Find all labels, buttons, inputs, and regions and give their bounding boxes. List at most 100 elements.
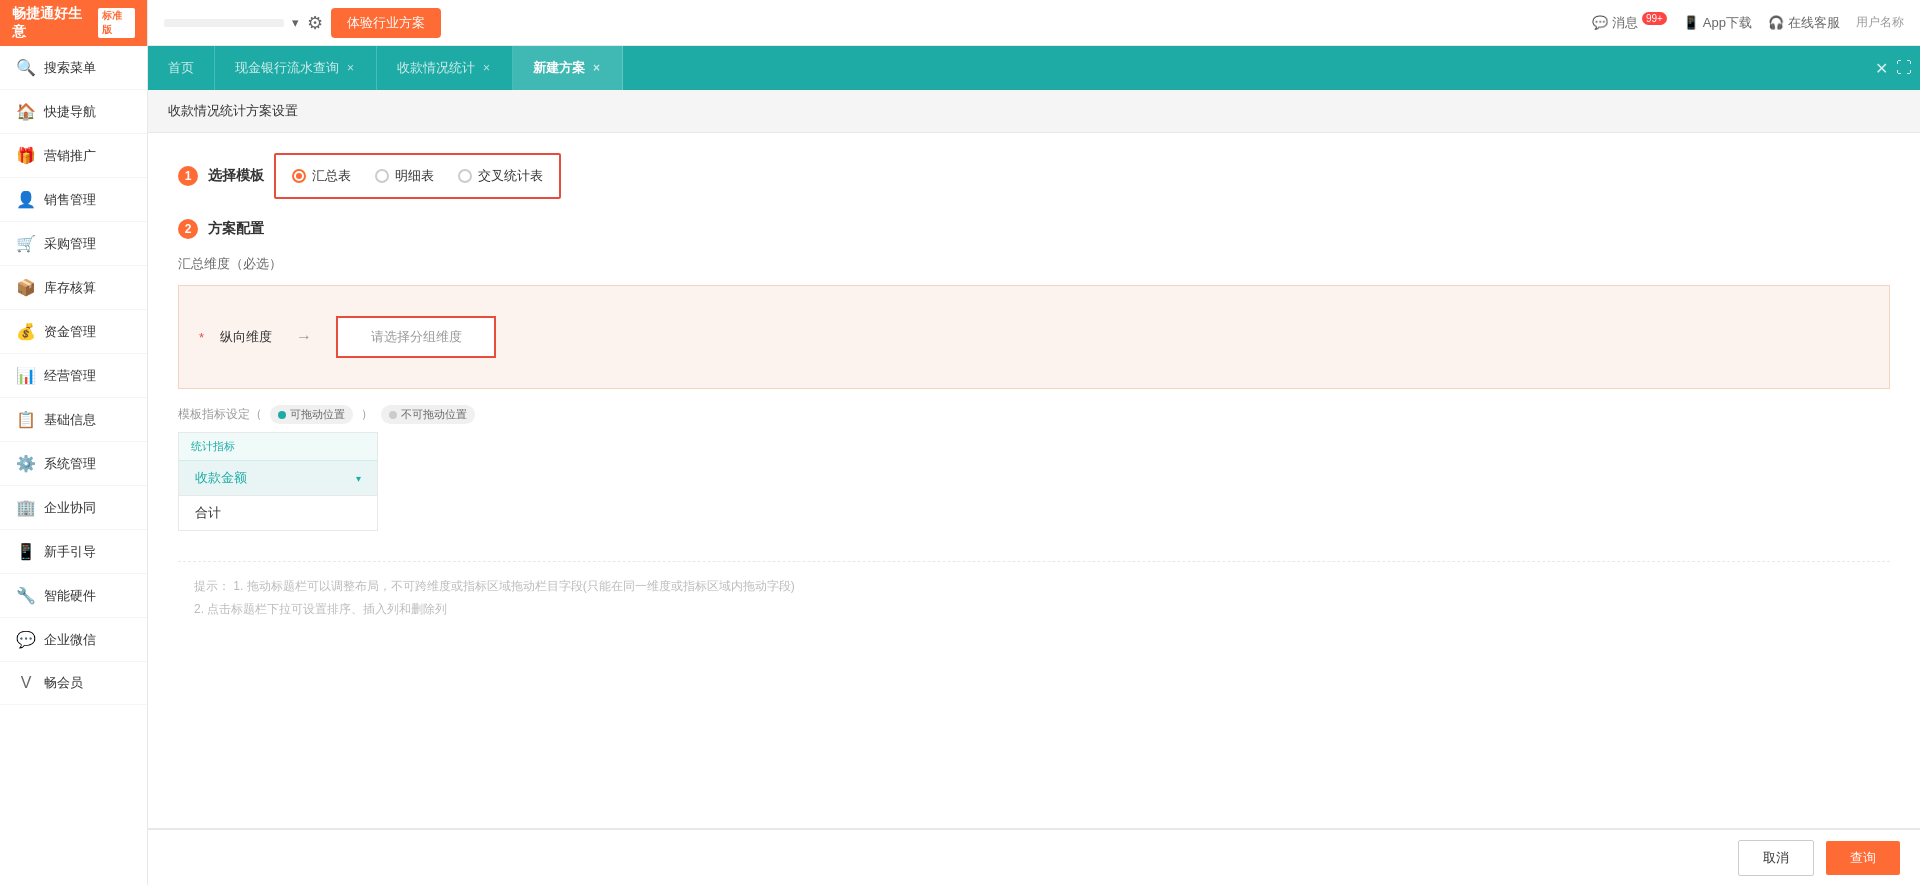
sidebar-item-system[interactable]: ⚙️ 系统管理 [0, 442, 147, 486]
radio-summary[interactable]: 汇总表 [292, 167, 351, 185]
trial-button[interactable]: 体验行业方案 [331, 8, 441, 38]
sidebar-item-label: 销售管理 [44, 191, 96, 209]
sidebar-item-sales[interactable]: 👤 销售管理 [0, 178, 147, 222]
arrow-icon: → [296, 328, 312, 346]
hardware-icon: 🔧 [16, 586, 36, 605]
cancel-button[interactable]: 取消 [1738, 840, 1814, 876]
sidebar-item-inventory[interactable]: 📦 库存核算 [0, 266, 147, 310]
stats-indicator-label: 统计指标 [191, 440, 235, 452]
service-icon: 🎧 [1768, 15, 1784, 30]
metrics-amount-label: 收款金额 [195, 469, 247, 487]
tab-home-label: 首页 [168, 59, 194, 77]
required-star: * [199, 330, 204, 345]
tab-bar: 首页 现金银行流水查询 × 收款情况统计 × 新建方案 × ✕ ⛶ [148, 46, 1920, 90]
sidebar-item-weixin[interactable]: 💬 企业微信 [0, 618, 147, 662]
top-bar: ▾ ⚙ 体验行业方案 💬 消息 99+ 📱 App下载 🎧 在线客服 用户名称 [148, 0, 1920, 46]
query-button[interactable]: 查询 [1826, 841, 1900, 875]
sidebar-item-enterprise[interactable]: 🏢 企业协同 [0, 486, 147, 530]
sidebar-item-label: 企业协同 [44, 499, 96, 517]
tab-new-plan-close-icon[interactable]: × [591, 61, 602, 75]
sidebar-item-label: 营销推广 [44, 147, 96, 165]
sidebar-item-smart-hw[interactable]: 🔧 智能硬件 [0, 574, 147, 618]
radio-cross-label: 交叉统计表 [478, 167, 543, 185]
top-bar-right: 💬 消息 99+ 📱 App下载 🎧 在线客服 用户名称 [1592, 14, 1904, 32]
building-icon: 🏢 [16, 498, 36, 517]
sidebar-item-label: 库存核算 [44, 279, 96, 297]
message-button[interactable]: 💬 消息 99+ [1592, 14, 1667, 32]
gift-icon: 🎁 [16, 146, 36, 165]
sidebar-item-label: 畅会员 [44, 674, 83, 692]
content-area: 收款情况统计方案设置 1 选择模板 汇总表 明细表 [148, 90, 1920, 829]
tab-maximize-icon[interactable]: ⛶ [1896, 59, 1912, 77]
sidebar-item-label: 快捷导航 [44, 103, 96, 121]
dropdown-arrow-icon[interactable]: ▾ [292, 15, 299, 30]
metrics-total-row: 合计 [179, 496, 377, 530]
sidebar-item-label: 采购管理 [44, 235, 96, 253]
metrics-section-header: 统计指标 [179, 433, 377, 461]
step1-section: 1 选择模板 汇总表 明细表 交叉统计表 [178, 153, 1890, 199]
search-icon: 🔍 [16, 58, 36, 77]
tab-new-plan[interactable]: 新建方案 × [513, 46, 623, 90]
top-bar-left: ▾ ⚙ 体验行业方案 [164, 8, 1576, 38]
step2-number: 2 [178, 219, 198, 239]
form-container: 1 选择模板 汇总表 明细表 交叉统计表 [148, 133, 1920, 828]
tab-new-plan-label: 新建方案 [533, 59, 585, 77]
tip2: 2. 点击标题栏下拉可设置排序、插入列和删除列 [178, 601, 1890, 618]
main-area: ▾ ⚙ 体验行业方案 💬 消息 99+ 📱 App下载 🎧 在线客服 用户名称 … [148, 0, 1920, 885]
tip1: 提示： 1. 拖动标题栏可以调整布局，不可跨维度或指标区域拖动栏目字段(只能在同… [178, 578, 1890, 595]
tab-cashflow[interactable]: 现金银行流水查询 × [215, 46, 377, 90]
no-drag-dot [389, 411, 397, 419]
radio-detail-label: 明细表 [395, 167, 434, 185]
tips-section: 提示： 1. 拖动标题栏可以调整布局，不可跨维度或指标区域拖动栏目字段(只能在同… [178, 561, 1890, 618]
tab-receipts[interactable]: 收款情况统计 × [377, 46, 513, 90]
online-service-button[interactable]: 🎧 在线客服 [1768, 14, 1840, 32]
sidebar-item-finance[interactable]: 💰 资金管理 [0, 310, 147, 354]
tab-receipts-close-icon[interactable]: × [481, 61, 492, 75]
sidebar-item-search[interactable]: 🔍 搜索菜单 [0, 46, 147, 90]
template-options: 汇总表 明细表 交叉统计表 [274, 153, 561, 199]
app-download-label: App下载 [1703, 14, 1752, 32]
metrics-total-label: 合计 [195, 505, 221, 520]
member-icon: V [16, 674, 36, 692]
dimension-selector[interactable]: 请选择分组维度 [336, 316, 496, 358]
chat-icon: 💬 [16, 630, 36, 649]
app-download-button[interactable]: 📱 App下载 [1683, 14, 1752, 32]
message-badge: 99+ [1642, 12, 1667, 25]
page-title: 收款情况统计方案设置 [168, 103, 298, 118]
sidebar-item-purchase[interactable]: 🛒 采购管理 [0, 222, 147, 266]
search-bar[interactable] [164, 19, 284, 27]
step2-section: 2 方案配置 汇总维度（必选） * 纵向维度 → 请选择分组维度 [178, 219, 1890, 618]
tab-receipts-label: 收款情况统计 [397, 59, 475, 77]
tab-close-icon[interactable]: ✕ [1875, 59, 1888, 78]
sidebar-item-marketing[interactable]: 🎁 营销推广 [0, 134, 147, 178]
chart-icon: 📊 [16, 366, 36, 385]
cart-icon: 🛒 [16, 234, 36, 253]
sidebar-item-operations[interactable]: 📊 经营管理 [0, 354, 147, 398]
metrics-title-suffix: ） [361, 406, 373, 423]
money-icon: 💰 [16, 322, 36, 341]
user-name: 用户名称 [1856, 14, 1904, 31]
drag-dot [278, 411, 286, 419]
tab-cashflow-close-icon[interactable]: × [345, 61, 356, 75]
sidebar-item-member[interactable]: V 畅会员 [0, 662, 147, 705]
tab-home[interactable]: 首页 [148, 46, 215, 90]
metrics-label-row: 模板指标设定（ 可拖动位置 ） 不可拖动位置 [178, 405, 1890, 424]
metrics-column-header[interactable]: 收款金额 ▾ [179, 461, 377, 496]
clipboard-icon: 📋 [16, 410, 36, 429]
sidebar-item-label: 搜索菜单 [44, 59, 96, 77]
vertical-dimension-label: 纵向维度 [220, 328, 272, 346]
sidebar-item-basic-info[interactable]: 📋 基础信息 [0, 398, 147, 442]
phone-icon: 📱 [16, 542, 36, 561]
drag-badge: 可拖动位置 [270, 405, 353, 424]
home-icon: 🏠 [16, 102, 36, 121]
dimension-placeholder: 请选择分组维度 [371, 329, 462, 344]
sidebar-item-guide[interactable]: 📱 新手引导 [0, 530, 147, 574]
radio-summary-circle [292, 169, 306, 183]
metrics-title: 模板指标设定（ [178, 406, 262, 423]
sidebar-item-quick-nav[interactable]: 🏠 快捷导航 [0, 90, 147, 134]
radio-cross[interactable]: 交叉统计表 [458, 167, 543, 185]
radio-detail[interactable]: 明细表 [375, 167, 434, 185]
settings-icon[interactable]: ⚙ [307, 12, 323, 34]
logo-text: 畅捷通好生意 [12, 5, 92, 41]
radio-summary-label: 汇总表 [312, 167, 351, 185]
